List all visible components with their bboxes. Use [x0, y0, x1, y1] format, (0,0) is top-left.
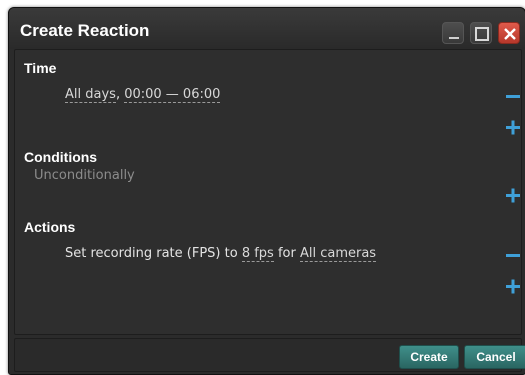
time-rule: All days, 00:00 — 06:00	[65, 87, 221, 103]
plus-icon	[506, 188, 520, 203]
dialog-title: Create Reaction	[20, 21, 150, 40]
close-button[interactable]	[498, 22, 520, 44]
minimize-icon	[449, 37, 459, 39]
reaction-editor: Time All days, 00:00 — 06:00 Conditions …	[14, 49, 522, 335]
fps-selector[interactable]: 8 fps	[241, 246, 274, 262]
action-mid: for	[273, 246, 300, 261]
add-condition-button[interactable]	[505, 187, 521, 203]
action-rule: Set recording rate (FPS) to 8 fps for Al…	[65, 246, 377, 262]
minus-icon	[506, 254, 520, 257]
time-separator: ,	[115, 87, 125, 102]
create-reaction-dialog: Create Reaction Time All days, 00:00 — 0…	[8, 7, 525, 375]
close-icon	[504, 28, 516, 40]
remove-action-button[interactable]	[505, 247, 521, 263]
days-selector[interactable]: All days	[65, 87, 116, 103]
camera-selector[interactable]: All cameras	[299, 246, 377, 262]
time-section-title: Time	[24, 60, 57, 76]
maximize-button[interactable]	[470, 22, 492, 44]
remove-time-button[interactable]	[505, 88, 521, 104]
minimize-button[interactable]	[442, 22, 464, 44]
conditions-value: Unconditionally	[34, 168, 135, 183]
action-prefix: Set recording rate (FPS) to	[65, 246, 242, 261]
time-range-selector[interactable]: 00:00 — 06:00	[124, 87, 221, 103]
cancel-button[interactable]: Cancel	[464, 345, 525, 369]
title-bar[interactable]: Create Reaction	[9, 8, 525, 49]
actions-section-title: Actions	[24, 219, 76, 235]
dialog-footer: Create Cancel	[14, 338, 525, 372]
conditions-section-title: Conditions	[24, 149, 98, 165]
minus-icon	[506, 95, 520, 98]
plus-icon	[506, 279, 520, 294]
plus-icon	[506, 120, 520, 135]
add-action-button[interactable]	[505, 278, 521, 294]
create-button[interactable]: Create	[399, 345, 459, 369]
maximize-icon	[475, 27, 489, 41]
add-time-button[interactable]	[505, 119, 521, 135]
